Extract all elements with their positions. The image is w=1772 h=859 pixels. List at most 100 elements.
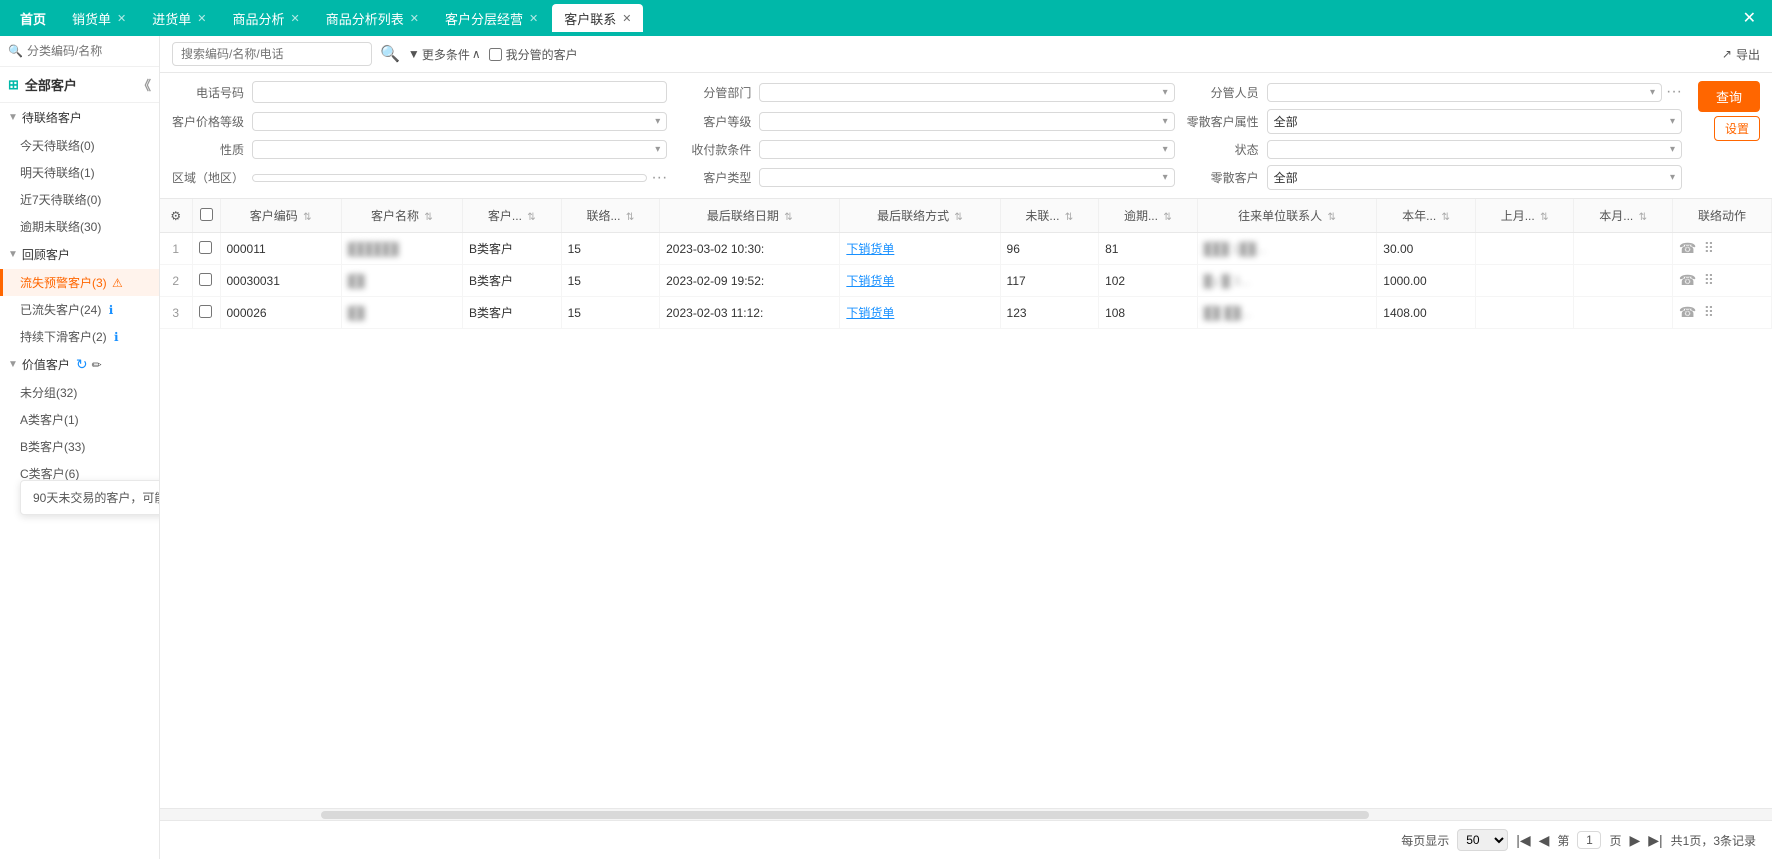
status-select[interactable]: ▾ — [1267, 140, 1682, 159]
query-button[interactable]: 查询 — [1698, 81, 1760, 112]
sidebar-item-churn-warning[interactable]: 流失预警客户(3) ⚠ — [0, 269, 159, 296]
region-more-icon[interactable]: ··· — [651, 169, 667, 187]
action-more-icon-0[interactable]: ⠿ — [1704, 240, 1714, 256]
person-more-icon[interactable]: ··· — [1666, 83, 1682, 101]
col-name[interactable]: 客户名称 ⇅ — [341, 199, 462, 233]
cell-last-method-0[interactable]: 下销货单 — [840, 233, 1000, 265]
tab-sale[interactable]: 销货单 ✕ — [60, 4, 138, 32]
value-refresh-icon[interactable]: ↻ — [76, 356, 88, 373]
per-page-select[interactable]: 50 100 — [1457, 829, 1508, 851]
price-level-select[interactable]: ▾ — [252, 112, 667, 131]
customer-table: ⚙ 客户编码 ⇅ 客户名称 ⇅ 客户... ⇅ — [160, 199, 1772, 329]
tab-purchase-close[interactable]: ✕ — [197, 12, 206, 25]
next-page-button[interactable]: ▶ — [1629, 832, 1640, 849]
sidebar-item-b-class[interactable]: B类客户(33) — [0, 433, 159, 460]
sidebar-item-7days[interactable]: 近7天待联络(0) — [0, 186, 159, 213]
tab-customer-contact-close[interactable]: ✕ — [622, 12, 631, 25]
col-no-contact[interactable]: 未联... ⇅ — [1000, 199, 1099, 233]
col-last-method[interactable]: 最后联络方式 ⇅ — [840, 199, 1000, 233]
col-overdue[interactable]: 逾期... ⇅ — [1099, 199, 1198, 233]
settings-button[interactable]: 设置 — [1714, 116, 1760, 141]
cell-last-method-2[interactable]: 下销货单 — [840, 297, 1000, 329]
customer-type-select[interactable]: ▾ — [759, 168, 1174, 187]
more-conditions-button[interactable]: ▼ 更多条件 ∧ — [408, 46, 481, 63]
payment-select[interactable]: ▾ — [759, 140, 1174, 159]
sidebar-item-declining[interactable]: 持续下滑客户(2) ℹ — [0, 323, 159, 350]
tab-customer-layer-close[interactable]: ✕ — [529, 12, 538, 25]
sidebar-all-customers[interactable]: ⊞ 全部客户 《 — [0, 67, 159, 103]
tab-customer-contact[interactable]: 客户联系 ✕ — [552, 4, 643, 32]
my-customers-checkbox-label[interactable]: 我分管的客户 — [489, 46, 578, 63]
scrollbar-track[interactable] — [321, 811, 1369, 819]
tab-analysis-close[interactable]: ✕ — [291, 12, 300, 25]
action-contact-icon-0[interactable]: ☎ — [1679, 240, 1696, 256]
row-checkbox-1[interactable] — [199, 273, 212, 286]
gender-select[interactable]: ▾ — [252, 140, 667, 159]
my-customers-checkbox[interactable] — [489, 48, 502, 61]
col-contact[interactable]: 联络... ⇅ — [561, 199, 660, 233]
col-this-month[interactable]: 本月... ⇅ — [1574, 199, 1673, 233]
tab-analysis[interactable]: 商品分析 ✕ — [220, 4, 311, 32]
cell-unit-contact-2: ██ ██... — [1197, 297, 1377, 329]
tab-home[interactable]: 首页 — [8, 4, 58, 32]
select-all-checkbox[interactable] — [200, 208, 213, 221]
declining-info-icon: ℹ — [114, 330, 119, 344]
col-unit-contact[interactable]: 往来单位联系人 ⇅ — [1197, 199, 1377, 233]
sidebar-item-overdue[interactable]: 逾期未联络(30) — [0, 213, 159, 240]
cell-checkbox-0[interactable] — [192, 233, 220, 265]
retail-customer-select[interactable]: 全部 ▾ — [1267, 165, 1682, 190]
phone-input[interactable] — [252, 81, 667, 103]
col-checkbox[interactable] — [192, 199, 220, 233]
sidebar-search-input[interactable] — [27, 44, 151, 58]
col-type[interactable]: 客户... ⇅ — [463, 199, 562, 233]
region-select[interactable] — [252, 174, 647, 182]
customer-level-select[interactable]: ▾ — [759, 112, 1174, 131]
sidebar-group-value-title[interactable]: ▼ 价值客户 ↻ ✏ — [0, 350, 159, 379]
page-number: 1 — [1577, 831, 1601, 849]
tab-analysis-list-close[interactable]: ✕ — [410, 12, 419, 25]
sidebar-item-ungroup[interactable]: 未分组(32) — [0, 379, 159, 406]
col-code[interactable]: 客户编码 ⇅ — [220, 199, 341, 233]
action-more-icon-2[interactable]: ⠿ — [1704, 304, 1714, 320]
sidebar-group-pending-title[interactable]: ▼ 待联络客户 — [0, 103, 159, 132]
export-button[interactable]: ↗ 导出 — [1722, 46, 1760, 63]
window-close-button[interactable]: ✕ — [1735, 8, 1764, 28]
row-checkbox-2[interactable] — [199, 305, 212, 318]
last-page-button[interactable]: ▶| — [1648, 832, 1662, 849]
sidebar-item-a-class[interactable]: A类客户(1) — [0, 406, 159, 433]
cell-overdue-0: 81 — [1099, 233, 1198, 265]
cell-checkbox-1[interactable] — [192, 265, 220, 297]
col-last-date[interactable]: 最后联络日期 ⇅ — [660, 199, 840, 233]
tab-customer-layer[interactable]: 客户分层经营 ✕ — [433, 4, 550, 32]
col-settings[interactable]: ⚙ — [160, 199, 192, 233]
action-more-icon-1[interactable]: ⠿ — [1704, 272, 1714, 288]
filter-payment: 收付款条件 ▾ — [679, 140, 1174, 159]
dept-select[interactable]: ▾ — [759, 83, 1174, 102]
search-input[interactable] — [172, 42, 372, 66]
first-page-button[interactable]: |◀ — [1516, 832, 1530, 849]
dept-label: 分管部门 — [679, 84, 759, 101]
cell-checkbox-2[interactable] — [192, 297, 220, 329]
price-level-label: 客户价格等级 — [172, 113, 252, 130]
col-this-year[interactable]: 本年... ⇅ — [1377, 199, 1476, 233]
person-select[interactable]: ▾ — [1267, 83, 1662, 102]
horizontal-scrollbar[interactable] — [160, 808, 1772, 820]
prev-page-button[interactable]: ◀ — [1539, 832, 1550, 849]
col-action: 联络动作 — [1672, 199, 1771, 233]
action-contact-icon-2[interactable]: ☎ — [1679, 304, 1696, 320]
sidebar-group-review-title[interactable]: ▼ 回顾客户 — [0, 240, 159, 269]
sidebar-item-today[interactable]: 今天待联络(0) — [0, 132, 159, 159]
tab-purchase[interactable]: 进货单 ✕ — [140, 4, 218, 32]
row-checkbox-0[interactable] — [199, 241, 212, 254]
col-last-month[interactable]: 上月... ⇅ — [1475, 199, 1574, 233]
sidebar-item-tomorrow[interactable]: 明天待联络(1) — [0, 159, 159, 186]
sidebar-item-lost[interactable]: 已流失客户(24) ℹ — [0, 296, 159, 323]
tab-analysis-list[interactable]: 商品分析列表 ✕ — [314, 4, 431, 32]
retail-attr-select[interactable]: 全部 ▾ — [1267, 109, 1682, 134]
tab-sale-close[interactable]: ✕ — [117, 12, 126, 25]
cell-last-method-1[interactable]: 下销货单 — [840, 265, 1000, 297]
value-edit-icon[interactable]: ✏ — [92, 358, 102, 372]
tab-customer-contact-label: 客户联系 — [564, 9, 616, 28]
search-button[interactable]: 🔍 — [380, 44, 400, 64]
action-contact-icon-1[interactable]: ☎ — [1679, 272, 1696, 288]
